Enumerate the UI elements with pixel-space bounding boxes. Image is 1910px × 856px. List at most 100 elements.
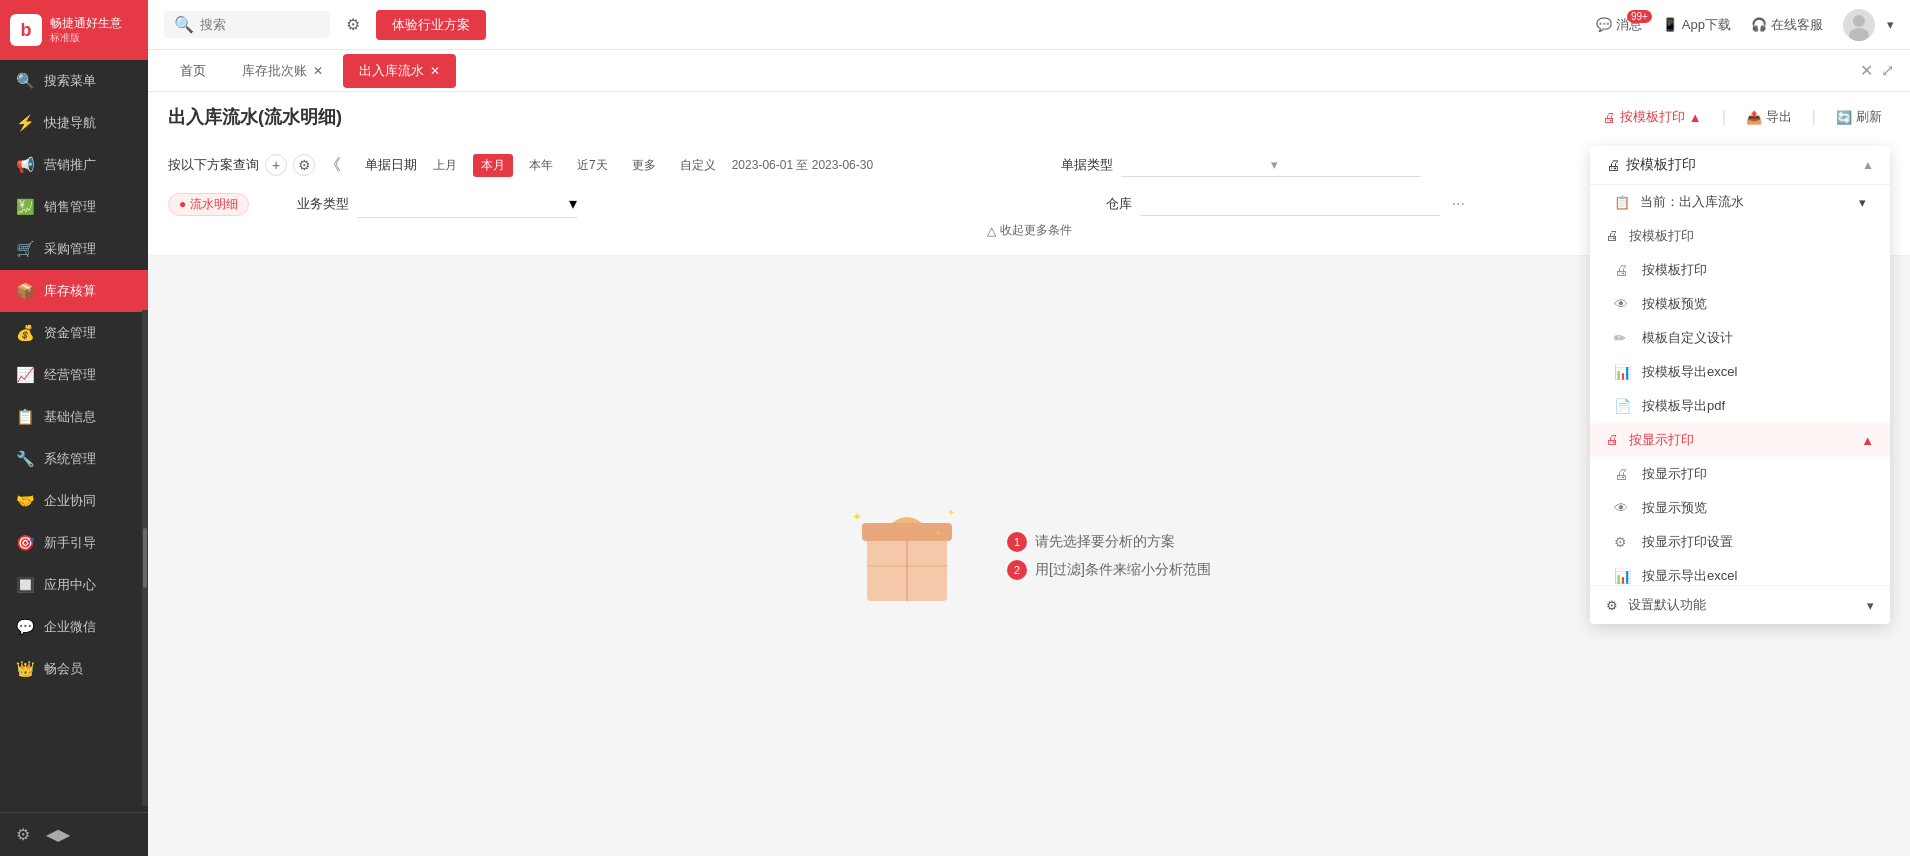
basic-info-icon: 📋 — [16, 408, 34, 426]
app-name-text: 畅捷通好生意 标准版 — [50, 15, 122, 46]
online-service-btn[interactable]: 🎧 在线客服 — [1751, 16, 1823, 34]
date-btn-this-month[interactable]: 本月 — [473, 154, 513, 177]
template-print-icon: 🖨 — [1614, 262, 1632, 278]
page-area: 出入库流水(流水明细) 🖨 按模板打印 ▲ | 📤 导出 | 🔄 刷新 — [148, 92, 1910, 856]
topbar-search-box[interactable]: 🔍 — [164, 11, 330, 38]
empty-step-1: 1 请先选择要分析的方案 — [1007, 532, 1211, 552]
dropdown-current-item[interactable]: 📋 当前：出入库流水 ▾ — [1590, 185, 1890, 219]
svg-text:✦: ✦ — [935, 529, 942, 538]
filter-tag-area: ● 流水明细 — [168, 193, 249, 216]
settings-icon[interactable]: ⚙ — [16, 825, 30, 844]
sidebar-item-quick-nav[interactable]: ⚡ 快捷导航 — [0, 102, 148, 144]
quick-nav-icon: ⚡ — [16, 114, 34, 132]
sidebar-item-search-menu[interactable]: 🔍 搜索菜单 — [0, 60, 148, 102]
user-avatar-btn[interactable]: ▾ — [1843, 9, 1894, 41]
business-type-dropdown[interactable]: ▾ — [357, 190, 577, 218]
warehouse-label: 仓库 — [1106, 195, 1132, 213]
window-controls: ✕ ⤢ — [1860, 61, 1894, 80]
dropdown-item-display-print[interactable]: 🖨 按显示打印 — [1590, 457, 1890, 491]
sidebar-nav: 🔍 搜索菜单 ⚡ 快捷导航 📢 营销推广 💹 销售管理 🛒 采购管理 📦 库存核… — [0, 60, 148, 812]
template-custom-icon: ✏ — [1614, 330, 1632, 346]
sidebar-item-enterprise-coop[interactable]: 🤝 企业协同 — [0, 480, 148, 522]
tab-inout-flow[interactable]: 出入库流水 ✕ — [343, 54, 456, 88]
date-btn-custom[interactable]: 自定义 — [672, 154, 724, 177]
enterprise-wechat-icon: 💬 — [16, 618, 34, 636]
dropdown-item-display-settings[interactable]: ⚙ 按显示打印设置 — [1590, 525, 1890, 559]
collapse-sidebar-icon[interactable]: ◀▶ — [46, 825, 70, 844]
dropdown-item-display-export-excel[interactable]: 📊 按显示导出excel — [1590, 559, 1890, 585]
dropdown-item-template-print[interactable]: 🖨 按模板打印 — [1590, 253, 1890, 287]
sidebar-item-operations[interactable]: 📈 经营管理 — [0, 354, 148, 396]
dropdown-item-template-preview[interactable]: 👁 按模板预览 — [1590, 287, 1890, 321]
date-btn-last7[interactable]: 近7天 — [569, 154, 616, 177]
date-filter: 单据日期 上月 本月 本年 近7天 更多 自定义 2023-06-01 至 20… — [365, 154, 1037, 177]
dropdown-item-display-preview[interactable]: 👁 按显示预览 — [1590, 491, 1890, 525]
sidebar-item-enterprise-wechat[interactable]: 💬 企业微信 — [0, 606, 148, 648]
tab-inventory-batch-close[interactable]: ✕ — [313, 64, 323, 78]
app-download-btn[interactable]: 📱 App下载 — [1662, 16, 1731, 34]
business-type-section: 业务类型 ▾ — [297, 190, 1081, 218]
filter-label: 按以下方案查询 — [168, 156, 259, 174]
dropdown-item-template-custom[interactable]: ✏ 模板自定义设计 — [1590, 321, 1890, 355]
dropdown-footer-settings[interactable]: ⚙ 设置默认功能 ▾ — [1590, 585, 1890, 624]
dropdown-header: 🖨 按模板打印 ▲ — [1590, 146, 1890, 185]
tab-inout-flow-close[interactable]: ✕ — [430, 64, 440, 78]
sidebar-item-marketing[interactable]: 📢 营销推广 — [0, 144, 148, 186]
message-btn[interactable]: 💬 消息 99+ — [1596, 16, 1642, 34]
empty-box-svg: ✦ ✦ ✦ — [847, 501, 967, 611]
filter-setting-btn[interactable]: ⚙ — [293, 154, 315, 176]
window-maximize-btn[interactable]: ⤢ — [1881, 61, 1894, 80]
tab-inventory-batch[interactable]: 库存批次账 ✕ — [226, 54, 339, 88]
dropdown-section-display[interactable]: 🖨 按显示打印 ▲ — [1590, 423, 1890, 457]
app-download-icon: 📱 — [1662, 17, 1678, 32]
date-btn-prev-month[interactable]: 上月 — [425, 154, 465, 177]
template-section-icon: 🖨 — [1606, 228, 1619, 243]
filter-tag-shuidetail[interactable]: ● 流水明细 — [168, 193, 249, 216]
sidebar-bottom: ⚙ ◀▶ — [0, 812, 148, 856]
warehouse-input[interactable] — [1140, 192, 1440, 216]
window-close-btn[interactable]: ✕ — [1860, 61, 1873, 80]
dropdown-item-template-export-excel[interactable]: 📊 按模板导出excel — [1590, 355, 1890, 389]
dropdown-section-template[interactable]: 🖨 按模板打印 — [1590, 219, 1890, 253]
print-template-btn[interactable]: 🖨 按模板打印 ▲ — [1595, 104, 1710, 130]
dropdown-collapse-arrow[interactable]: ▲ — [1862, 158, 1874, 172]
sidebar-item-app-center[interactable]: 🔲 应用中心 — [0, 564, 148, 606]
tab-home[interactable]: 首页 — [164, 54, 222, 88]
step-2-num: 2 — [1007, 560, 1027, 580]
sidebar-item-new-guide[interactable]: 🎯 新手引导 — [0, 522, 148, 564]
warehouse-more-btn[interactable]: ··· — [1452, 195, 1465, 213]
business-type-label: 业务类型 — [297, 195, 349, 213]
sidebar: b 畅捷通好生意 标准版 🔍 搜索菜单 ⚡ 快捷导航 📢 营销推广 💹 销售管理… — [0, 0, 148, 856]
search-input[interactable] — [200, 17, 320, 32]
doc-type-dropdown[interactable]: ▾ — [1121, 153, 1421, 177]
filter-add-btn[interactable]: + — [265, 154, 287, 176]
filter-tag-icon: ● — [179, 197, 186, 211]
filter-collapse-btn[interactable]: 《 — [325, 155, 341, 176]
date-btn-more[interactable]: 更多 — [624, 154, 664, 177]
sidebar-item-members[interactable]: 👑 畅会员 — [0, 648, 148, 690]
dropdown-item-template-export-pdf[interactable]: 📄 按模板导出pdf — [1590, 389, 1890, 423]
display-print-icon: 🖨 — [1614, 466, 1632, 482]
export-btn[interactable]: 📤 导出 — [1738, 104, 1800, 130]
refresh-btn[interactable]: 🔄 刷新 — [1828, 104, 1890, 130]
dropdown-header-title: 🖨 按模板打印 — [1606, 156, 1696, 174]
sidebar-item-purchase[interactable]: 🛒 采购管理 — [0, 228, 148, 270]
step-1-num: 1 — [1007, 532, 1027, 552]
dropdown-footer-icon: ⚙ — [1606, 598, 1618, 613]
trial-btn[interactable]: 体验行业方案 — [376, 10, 486, 40]
topbar-gear-icon[interactable]: ⚙ — [346, 15, 360, 34]
sidebar-item-basic-info[interactable]: 📋 基础信息 — [0, 396, 148, 438]
sidebar-item-system[interactable]: 🔧 系统管理 — [0, 438, 148, 480]
doc-type-arrow: ▾ — [1271, 157, 1413, 172]
sidebar-item-inventory[interactable]: 📦 库存核算 — [0, 270, 148, 312]
sidebar-item-sales[interactable]: 💹 销售管理 — [0, 186, 148, 228]
user-dropdown-icon: ▾ — [1887, 17, 1894, 32]
message-badge: 99+ — [1627, 10, 1652, 23]
user-avatar — [1843, 9, 1875, 41]
svg-text:✦: ✦ — [852, 510, 862, 524]
date-label: 单据日期 — [365, 156, 417, 174]
collapse-conditions-btn[interactable]: △ 收起更多条件 — [987, 222, 1072, 239]
app-center-icon: 🔲 — [16, 576, 34, 594]
date-btn-this-year[interactable]: 本年 — [521, 154, 561, 177]
sidebar-item-finance[interactable]: 💰 资金管理 — [0, 312, 148, 354]
